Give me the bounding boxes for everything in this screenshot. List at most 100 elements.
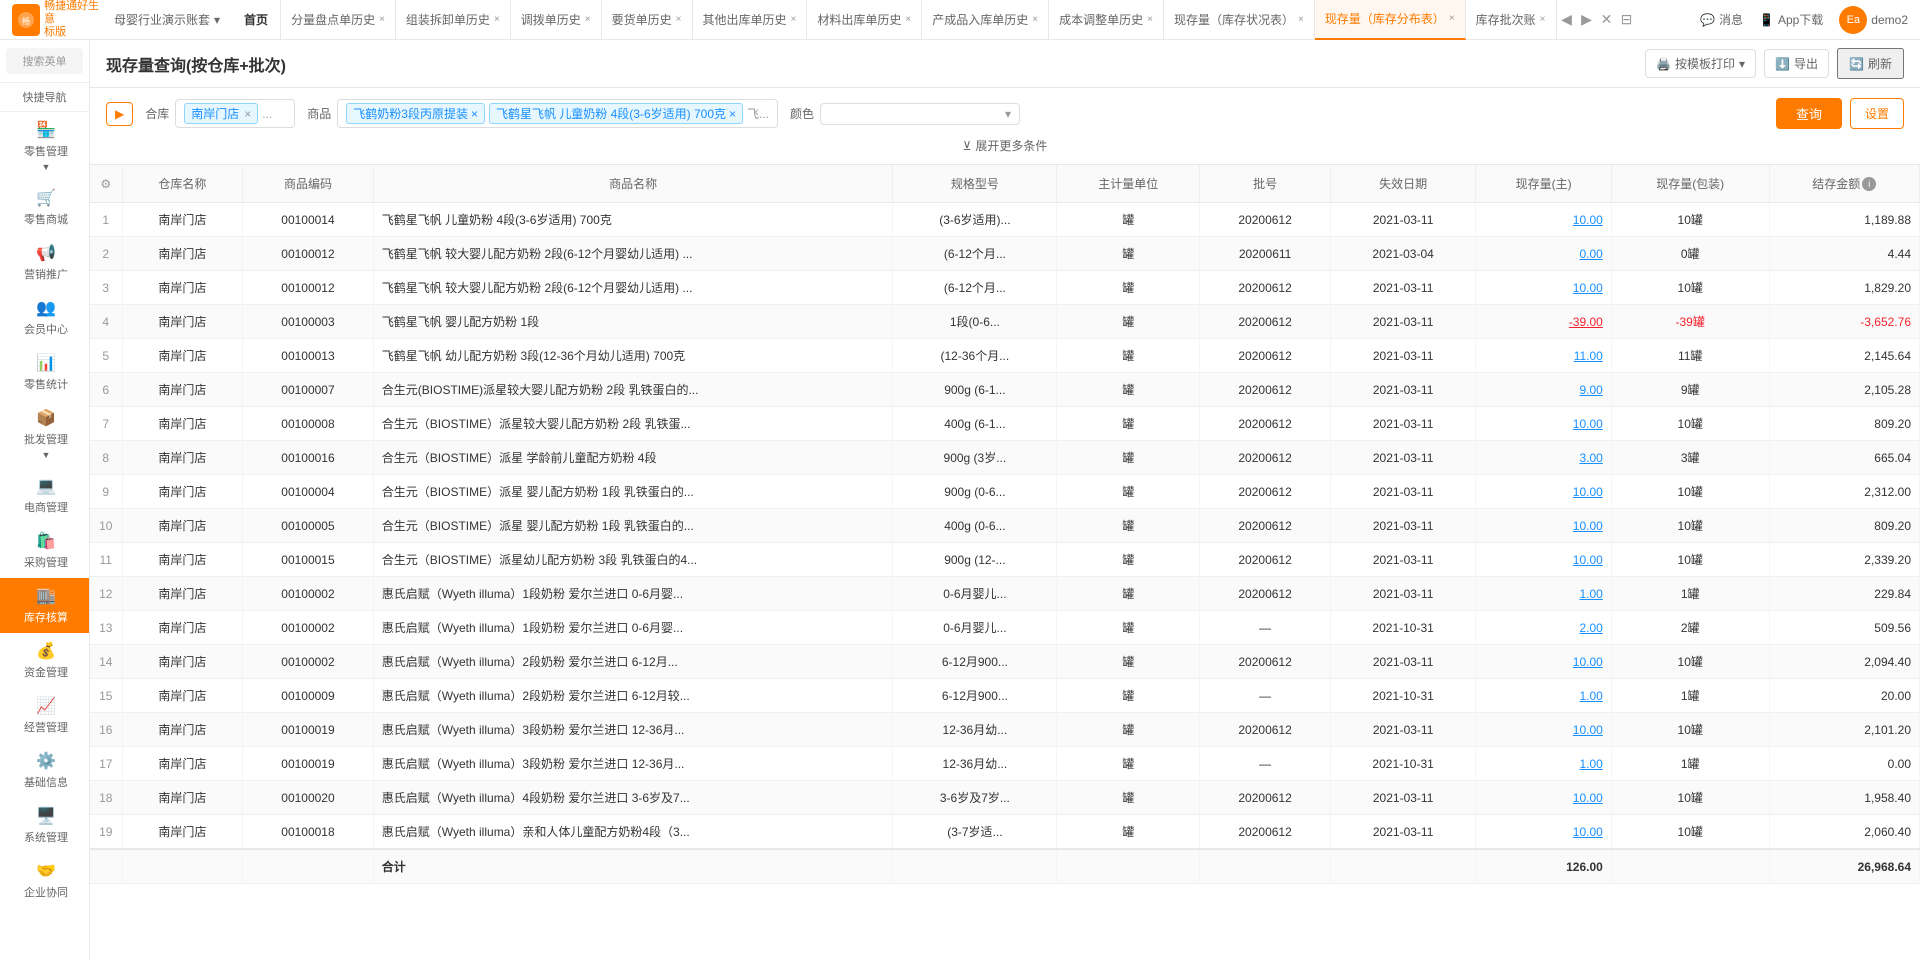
tab-close-xianzai-fen[interactable]: × [1449,13,1455,24]
tab-cailiao[interactable]: 材料出库单历史 × [807,0,922,40]
export-button[interactable]: ⬇️ 导出 [1764,49,1829,78]
sidebar-item-enterprise[interactable]: 🤝 企业协同 [0,853,89,908]
tab-zu-chai[interactable]: 组装拆卸单历史 × [396,0,511,40]
th-name: 商品名称 [373,165,893,203]
tab-close-kucun-pizhang[interactable]: × [1540,14,1546,25]
sidebar-item-retail[interactable]: 🏪 零售管理 ▼ [0,112,89,180]
cell-batch: 20200612 [1200,373,1331,407]
tab-qita[interactable]: 其他出库单历史 × [693,0,808,40]
tab-close-fen-pan[interactable]: × [379,14,385,25]
amount-info-icon[interactable]: i [1862,177,1876,191]
cell-name: 惠氏启赋（Wyeth illuma）2段奶粉 爱尔兰进口 6-12月... [373,645,893,679]
filter-area: ▶ 合库 南岸门店 × ... 商品 [90,88,1920,165]
page-header: 现存量查询(按仓库+批次) 🖨️ 按模板打印 ▾ ⬇️ 导出 🔄 刷新 [90,40,1920,88]
sidebar-item-operation[interactable]: 📈 经营管理 [0,688,89,743]
user-avatar[interactable]: Ea demo2 [1839,6,1908,34]
warehouse-dots[interactable]: ... [262,107,272,121]
th-unit: 主计量单位 [1057,165,1200,203]
tab-close-yao-huo[interactable]: × [676,14,682,25]
query-button[interactable]: 查询 [1776,98,1842,129]
tab-close-xianzai-zhuang[interactable]: × [1298,14,1304,25]
product-tag-wrap[interactable]: 飞鹤奶粉3段丙原提装 × 飞鹤星飞帆 儿童奶粉 4段(3-6岁适用) 700克 … [337,99,778,128]
sidebar-item-member[interactable]: 👥 会员中心 [0,290,89,345]
tab-tiao-bo[interactable]: 调拨单历史 × [511,0,602,40]
tab-home[interactable]: 首页 [232,0,281,40]
cell-amount: 20.00 [1769,679,1919,713]
cell-name: 惠氏启赋（Wyeth illuma）3段奶粉 爱尔兰进口 12-36月... [373,747,893,781]
cell-qty-main: 3.00 [1476,441,1611,475]
filter-expand-btn[interactable]: ▶ [106,102,133,126]
template-print-button[interactable]: 🖨️ 按模板打印 ▾ [1645,49,1756,78]
app-download-btn[interactable]: 📱 App下载 [1759,11,1823,28]
row-num-9: 9 [90,475,122,509]
th-settings[interactable]: ⚙ [90,165,122,203]
sidebar-quick-nav[interactable]: 快捷导航 [0,83,89,112]
cell-name: 合生元（BIOSTIME）派星 婴儿配方奶粉 1段 乳铁蛋白的... [373,509,893,543]
warehouse-tag-wrap[interactable]: 南岸门店 × ... [175,99,295,128]
cell-batch: 20200612 [1200,441,1331,475]
tab-prev[interactable]: ◀ [1557,0,1577,40]
product-tag-2-close[interactable]: × [729,107,736,121]
tab-close-tiao-bo[interactable]: × [585,14,591,25]
column-settings-icon[interactable]: ⚙ [100,177,111,191]
cell-unit: 罐 [1057,203,1200,237]
sidebar-item-inventory[interactable]: 🏬 库存核算 [0,578,89,633]
row-num-14: 14 [90,645,122,679]
tab-close-cailiao[interactable]: × [905,14,911,25]
tab-yao-huo[interactable]: 要货单历史 × [602,0,693,40]
table-row: 8 南岸门店 00100016 合生元（BIOSTIME）派星 学龄前儿童配方奶… [90,441,1920,475]
setting-button[interactable]: 设置 [1850,98,1904,129]
th-expire: 失效日期 [1330,165,1475,203]
row-num-10: 10 [90,509,122,543]
cell-qty-pkg: 9罐 [1611,373,1769,407]
sidebar-item-ecom[interactable]: 💻 电商管理 [0,468,89,523]
tab-close-qita[interactable]: × [791,14,797,25]
account-selector[interactable]: 母婴行业演示账套 ▾ [114,11,220,28]
refresh-button[interactable]: 🔄 刷新 [1837,48,1904,79]
color-input-wrap[interactable]: ▾ [820,103,1020,125]
sidebar-item-marketing[interactable]: 📢 营销推广 [0,235,89,290]
cell-spec: 6-12月900... [893,679,1057,713]
sidebar-item-wholesale[interactable]: 📦 批发管理 ▼ [0,400,89,468]
tab-xianzai-fen[interactable]: 现存量（库存分布表） × [1315,0,1466,40]
tab-bar: 首页 分量盘点单历史 × 组装拆卸单历史 × 调拨单历史 × 要货单历史 × 其… [232,0,1700,40]
cell-spec: 6-12月900... [893,645,1057,679]
finance-icon: 💰 [36,641,56,661]
cell-spec: 900g (6-1... [893,373,1057,407]
tab-kucun-pizhang[interactable]: 库存批次账 × [1466,0,1557,40]
sidebar-item-retail-stats[interactable]: 📊 零售统计 [0,345,89,400]
product-more[interactable]: 飞... [747,105,769,122]
action-buttons: 查询 设置 [1776,98,1904,129]
cell-qty-pkg: 10罐 [1611,543,1769,577]
cell-amount: 809.20 [1769,407,1919,441]
sidebar-item-system[interactable]: 🖥️ 系统管理 [0,798,89,853]
product-label: 商品 [307,105,331,122]
row-num-16: 16 [90,713,122,747]
tab-chanzhan[interactable]: 产成品入库单历史 × [922,0,1049,40]
table-row: 2 南岸门店 00100012 飞鹤星飞帆 较大婴儿配方奶粉 2段(6-12个月… [90,237,1920,271]
row-num-7: 7 [90,407,122,441]
logo: 畅 畅捷通好生意 标版 [12,0,102,39]
tab-close-zu-chai[interactable]: × [494,14,500,25]
sidebar-item-purchase[interactable]: 🛍️ 采购管理 [0,523,89,578]
sidebar-item-retail-shop[interactable]: 🛒 零售商城 [0,180,89,235]
product-tag-1-close[interactable]: × [471,107,478,121]
tab-close-all[interactable]: ✕ [1597,0,1617,40]
sidebar-item-finance[interactable]: 💰 资金管理 [0,633,89,688]
tab-xianzai-zhuang[interactable]: 现存量（库存状况表） × [1164,0,1315,40]
cell-unit: 罐 [1057,441,1200,475]
search-menu-button[interactable]: 搜索英单 [6,48,83,74]
cell-name: 惠氏启赋（Wyeth illuma）1段奶粉 爱尔兰进口 0-6月婴... [373,577,893,611]
cell-warehouse: 南岸门店 [122,373,243,407]
tab-menu[interactable]: ⊟ [1617,0,1637,40]
expand-more-conditions[interactable]: ⊻ 展开更多条件 [106,137,1904,154]
warehouse-tag-close[interactable]: × [244,107,251,121]
message-btn[interactable]: 💬 消息 [1700,11,1743,28]
tab-next[interactable]: ▶ [1577,0,1597,40]
tab-close-chanzhan[interactable]: × [1032,14,1038,25]
tab-fen-pan[interactable]: 分量盘点单历史 × [281,0,396,40]
tab-close-chengben[interactable]: × [1147,14,1153,25]
tab-chengben[interactable]: 成本调整单历史 × [1049,0,1164,40]
sidebar-item-basic[interactable]: ⚙️ 基础信息 [0,743,89,798]
cell-amount: 509.56 [1769,611,1919,645]
